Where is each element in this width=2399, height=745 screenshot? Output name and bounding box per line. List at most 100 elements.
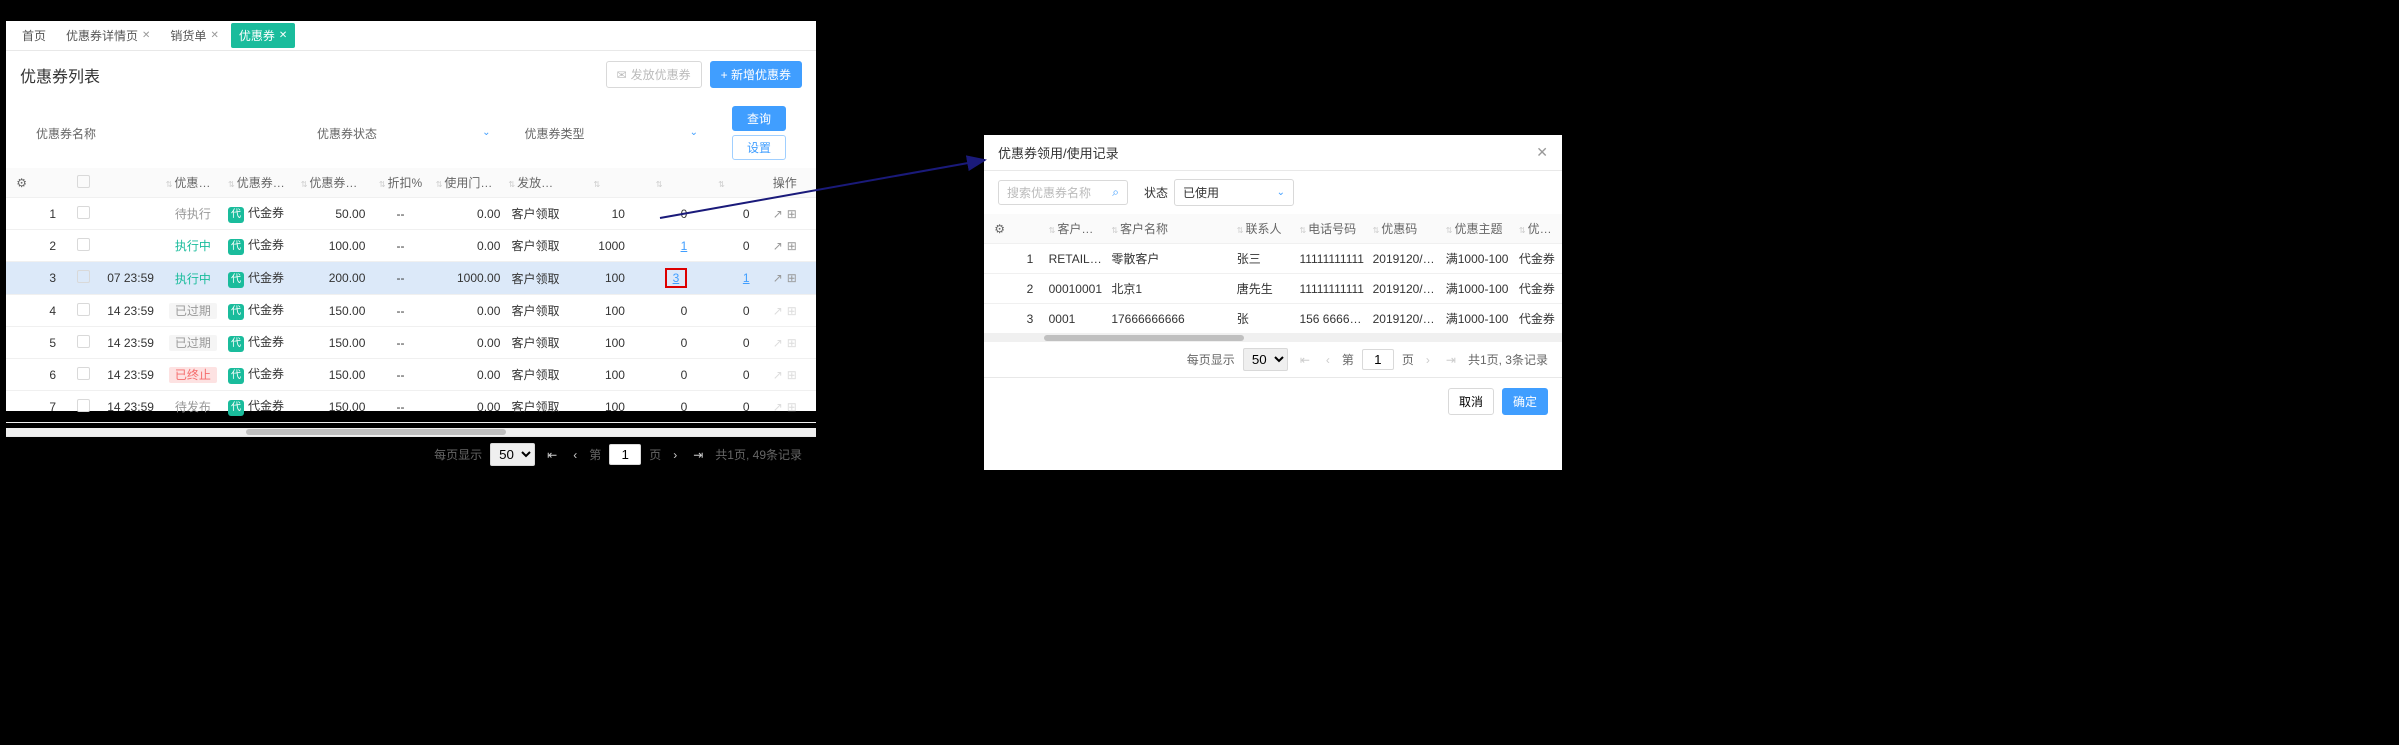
sort-icon[interactable]: ⇅ xyxy=(508,180,515,189)
last-page-button[interactable]: ⇥ xyxy=(689,448,707,462)
sort-icon[interactable]: ⇅ xyxy=(656,180,663,189)
page-number-input[interactable] xyxy=(609,444,641,465)
tab-label: 优惠券详情页 xyxy=(66,27,138,44)
type-label: 代金券 xyxy=(248,399,284,413)
row-checkbox[interactable] xyxy=(77,303,90,316)
share-icon[interactable]: ↗ xyxy=(773,368,783,382)
tab[interactable]: 优惠券详情页 ✕ xyxy=(58,23,158,48)
coupon-code: 2019120/70… xyxy=(1369,244,1442,274)
table-row[interactable]: 1 RETAIL… 零散客户 张三 11111111111 2019120/70… xyxy=(984,244,1562,274)
sort-icon[interactable]: ⇅ xyxy=(436,180,443,189)
qrcode-icon[interactable]: ⊞ xyxy=(787,336,797,350)
row-checkbox[interactable] xyxy=(77,367,90,380)
select-all-checkbox[interactable] xyxy=(77,175,90,188)
tab-bar: 首页优惠券详情页✕销货单✕优惠券✕ xyxy=(6,21,816,51)
gear-icon[interactable]: ⚙ xyxy=(16,176,27,190)
issue-coupon-button[interactable]: ✉ 发放优惠券 xyxy=(606,61,702,88)
prev-page-button[interactable]: ‹ xyxy=(1322,353,1334,367)
horizontal-scrollbar[interactable] xyxy=(6,428,816,436)
filter-name-input[interactable] xyxy=(102,121,287,145)
next-page-button[interactable]: › xyxy=(669,448,681,462)
sort-icon[interactable]: ⇅ xyxy=(1373,226,1380,235)
chevron-down-icon: ⌄ xyxy=(1277,187,1285,198)
first-page-button[interactable]: ⇤ xyxy=(1296,353,1314,367)
share-icon[interactable]: ↗ xyxy=(773,207,783,221)
confirm-button[interactable]: 确定 xyxy=(1502,388,1548,415)
use-count-link[interactable]: 1 xyxy=(743,271,750,285)
qrcode-icon[interactable]: ⊞ xyxy=(787,304,797,318)
time-cell: 07 23:59 xyxy=(99,262,161,295)
qrcode-icon[interactable]: ⊞ xyxy=(787,271,797,285)
table-row[interactable]: 6 14 23:59 已终止 代代金券 150.00 -- 0.00 客户领取 … xyxy=(6,359,816,391)
qrcode-icon[interactable]: ⊞ xyxy=(787,400,797,414)
qrcode-icon[interactable]: ⊞ xyxy=(787,239,797,253)
table-row[interactable]: 4 14 23:59 已过期 代代金券 150.00 -- 0.00 客户领取 … xyxy=(6,295,816,327)
qrcode-icon[interactable]: ⊞ xyxy=(787,368,797,382)
phone-number: 11111111111 xyxy=(1295,244,1368,274)
sort-icon[interactable]: ⇅ xyxy=(1049,226,1056,235)
close-icon[interactable]: ✕ xyxy=(210,30,218,41)
row-checkbox[interactable] xyxy=(77,206,90,219)
issue-cell: 100 xyxy=(567,391,629,423)
sort-icon[interactable]: ⇅ xyxy=(1237,226,1244,235)
table-row[interactable]: 7 14 23:59 待发布 代代金券 150.00 -- 0.00 客户领取 … xyxy=(6,391,816,423)
sort-icon[interactable]: ⇅ xyxy=(166,180,173,189)
row-checkbox[interactable] xyxy=(77,238,90,251)
sort-icon[interactable]: ⇅ xyxy=(1299,226,1306,235)
table-row[interactable]: 3 0001 17666666666 张 156 6666 6… 2019120… xyxy=(984,304,1562,334)
share-icon[interactable]: ↗ xyxy=(773,271,783,285)
close-icon[interactable]: ✕ xyxy=(279,30,287,41)
share-icon[interactable]: ↗ xyxy=(773,336,783,350)
share-icon[interactable]: ↗ xyxy=(773,304,783,318)
table-row[interactable]: 2 00010001 北京1 唐先生 11111111111 2019120/7… xyxy=(984,274,1562,304)
sort-icon[interactable]: ⇅ xyxy=(1519,226,1526,235)
settings-button[interactable]: 设置 xyxy=(732,135,786,160)
sort-icon[interactable]: ⇅ xyxy=(379,180,386,189)
row-checkbox[interactable] xyxy=(77,270,90,283)
filter-status-select[interactable]: ⌄ xyxy=(383,123,494,143)
tab[interactable]: 销货单✕ xyxy=(162,23,226,48)
sort-icon[interactable]: ⇅ xyxy=(718,180,725,189)
sort-icon[interactable]: ⇅ xyxy=(1446,226,1453,235)
gear-icon[interactable]: ⚙ xyxy=(994,222,1005,236)
type-badge-icon: 代 xyxy=(228,368,244,384)
claim-count-link[interactable]: 1 xyxy=(681,239,688,253)
table-row[interactable]: 2 执行中 代代金券 100.00 -- 0.00 客户领取 1000 1 0 … xyxy=(6,230,816,262)
page-size-select[interactable]: 50 xyxy=(1243,348,1288,371)
issue-cell: 100 xyxy=(567,295,629,327)
close-icon[interactable]: ✕ xyxy=(1536,144,1548,161)
page-title: 优惠券列表 xyxy=(20,63,100,87)
search-button[interactable]: 查询 xyxy=(732,106,786,131)
sort-icon[interactable]: ⇅ xyxy=(301,180,308,189)
tab-label: 首页 xyxy=(22,27,46,44)
row-checkbox[interactable] xyxy=(77,399,90,412)
cancel-button[interactable]: 取消 xyxy=(1448,388,1494,415)
modal-search-input[interactable]: ⌕ xyxy=(998,180,1128,205)
claim-count-link[interactable]: 3 xyxy=(665,268,688,288)
next-page-button[interactable]: › xyxy=(1422,353,1434,367)
filter-type-select[interactable]: ⌄ xyxy=(591,123,702,143)
modal-status-select[interactable]: 已使用 ⌄ xyxy=(1174,179,1294,206)
tab[interactable]: 首页 xyxy=(14,23,54,48)
row-checkbox[interactable] xyxy=(77,335,90,348)
table-row[interactable]: 1 待执行 代代金券 50.00 -- 0.00 客户领取 10 0 0 ↗⊞ xyxy=(6,198,816,230)
close-icon[interactable]: ✕ xyxy=(142,30,150,41)
page-number-input[interactable] xyxy=(1362,349,1394,370)
tab[interactable]: 优惠券✕ xyxy=(231,23,295,48)
last-page-button[interactable]: ⇥ xyxy=(1442,353,1460,367)
share-icon[interactable]: ↗ xyxy=(773,239,783,253)
qrcode-icon[interactable]: ⊞ xyxy=(787,207,797,221)
contact-name: 张三 xyxy=(1233,244,1296,274)
sort-icon[interactable]: ⇅ xyxy=(593,180,600,189)
table-row[interactable]: 5 14 23:59 已过期 代代金券 150.00 -- 0.00 客户领取 … xyxy=(6,327,816,359)
sort-icon[interactable]: ⇅ xyxy=(1111,226,1118,235)
add-coupon-button[interactable]: + 新增优惠券 xyxy=(710,61,802,88)
sort-icon[interactable]: ⇅ xyxy=(228,180,235,189)
first-page-button[interactable]: ⇤ xyxy=(543,448,561,462)
table-row[interactable]: 3 07 23:59 执行中 代代金券 200.00 -- 1000.00 客户… xyxy=(6,262,816,295)
threshold-cell: 1000.00 xyxy=(432,262,505,295)
page-size-select[interactable]: 50 xyxy=(490,443,535,466)
horizontal-scrollbar[interactable] xyxy=(984,334,1562,342)
share-icon[interactable]: ↗ xyxy=(773,400,783,414)
prev-page-button[interactable]: ‹ xyxy=(569,448,581,462)
